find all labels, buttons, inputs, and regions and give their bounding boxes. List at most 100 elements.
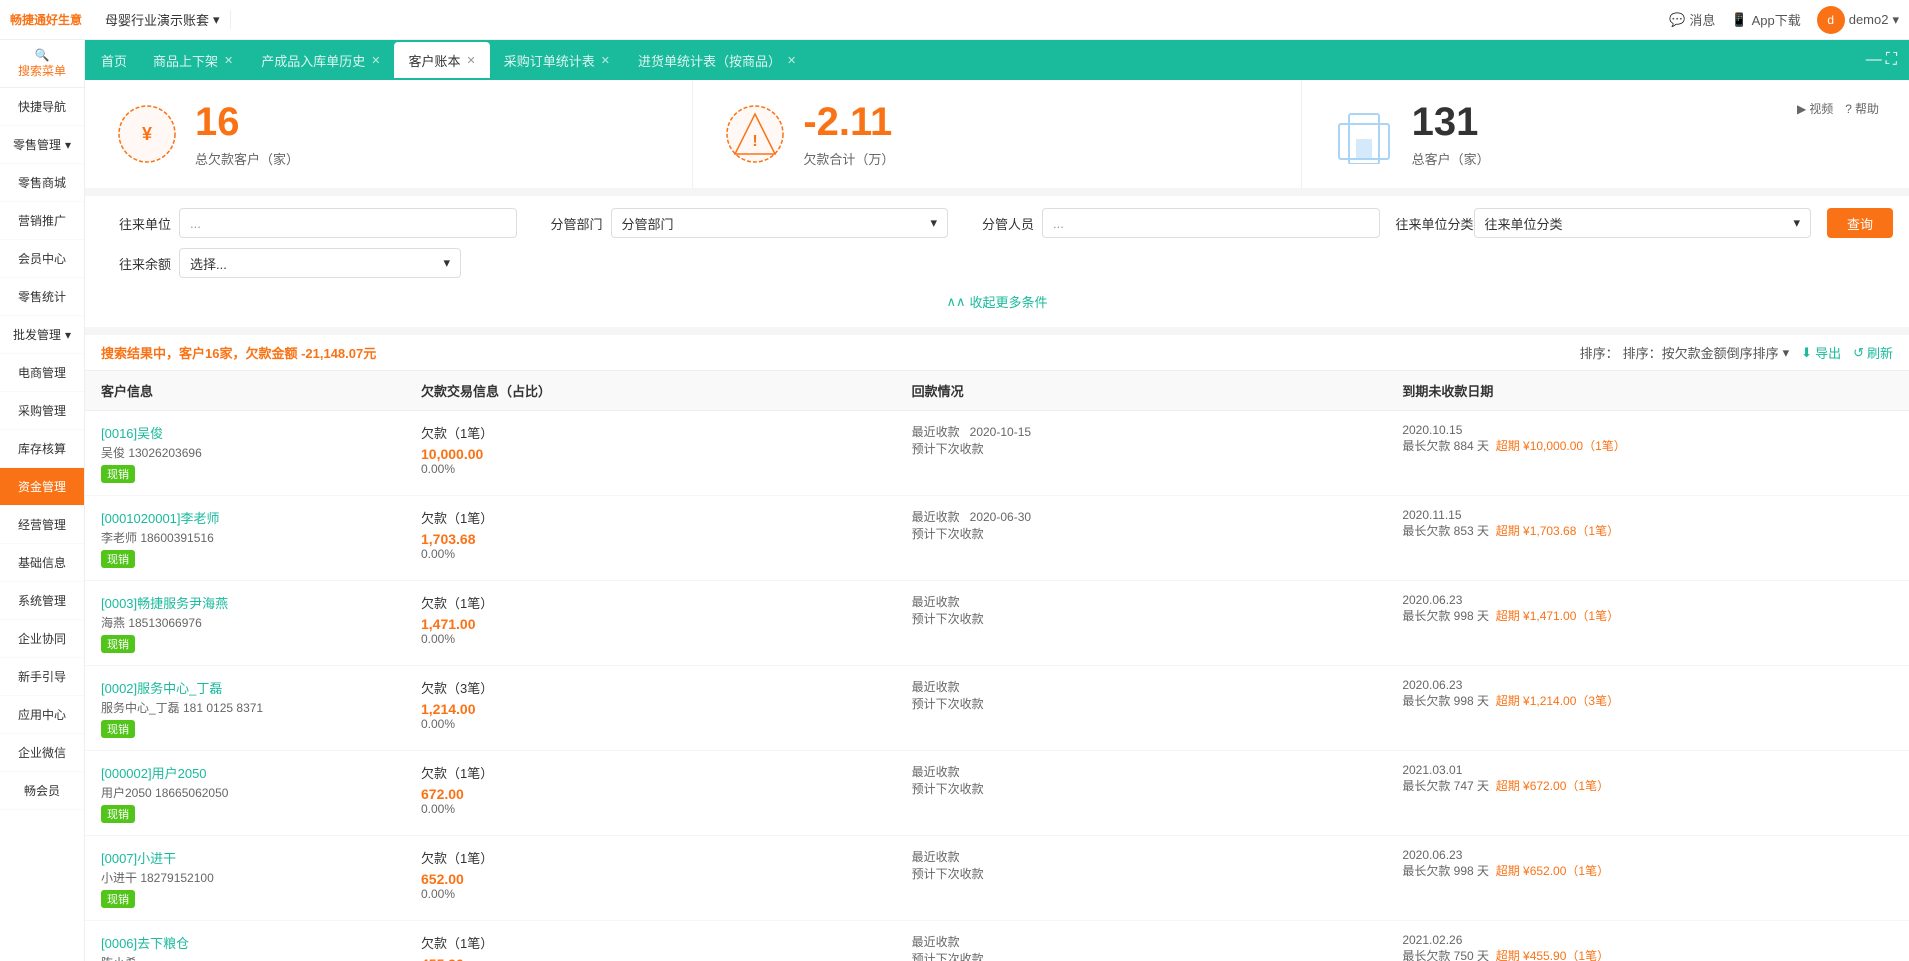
customer-cell-4: [0002]服务中心_丁磊 服务中心_丁磊 181 0125 8371 现销 bbox=[101, 678, 421, 738]
customer-name-7[interactable]: [0006]去下粮仓 bbox=[101, 933, 421, 952]
table-row: [0006]去下粮仓 陈小希 现销 欠款（1笔） 455.90 0.00% 最近… bbox=[85, 921, 1909, 961]
customer-name-5[interactable]: [000002]用户2050 bbox=[101, 763, 421, 782]
debt-amount-1: 10,000.00 bbox=[421, 446, 912, 462]
tab-product-shelf[interactable]: 商品上下架 ✕ bbox=[139, 42, 247, 78]
collapse-btn[interactable]: ∧∧ 收起更多条件 bbox=[101, 288, 1893, 315]
debt-cell-3: 欠款（1笔） 1,471.00 0.00% bbox=[421, 593, 912, 646]
sidebar-marketing-label: 营销推广 bbox=[18, 214, 66, 228]
message-btn[interactable]: 💬 消息 bbox=[1669, 10, 1715, 29]
due-date-5: 2021.03.01 bbox=[1402, 763, 1893, 777]
sidebar-item-purchase-mgmt[interactable]: 采购管理 bbox=[0, 392, 84, 430]
tab-home[interactable]: 首页 bbox=[89, 42, 139, 78]
customer-name-6[interactable]: [0007]小进干 bbox=[101, 848, 421, 867]
top-right: 💬 消息 📱 App下载 d demo2 ▾ bbox=[1669, 6, 1899, 34]
customer-tag-3: 现销 bbox=[101, 635, 135, 653]
tab-purchase-stats-label: 进货单统计表（按商品） bbox=[638, 51, 781, 70]
debt-cell-7: 欠款（1笔） 455.90 0.00% bbox=[421, 933, 912, 961]
sidebar-item-system[interactable]: 系统管理 bbox=[0, 582, 84, 620]
sidebar-item-enterprise-wx[interactable]: 企业微信 bbox=[0, 734, 84, 772]
table-wrapper: 客户信息 欠款交易信息（占比） 回款情况 到期未收款日期 [0016]吴俊 吴俊… bbox=[85, 371, 1909, 961]
overdue-link-5[interactable]: 超期 ¥672.00（1笔） bbox=[1496, 779, 1609, 793]
download-label: App下载 bbox=[1752, 10, 1801, 29]
sidebar-item-retail-mgmt[interactable]: 零售管理 ▾ bbox=[0, 126, 84, 164]
table-row: [0003]畅捷服务尹海燕 海燕 18513066976 现销 欠款（1笔） 1… bbox=[85, 581, 1909, 666]
tab-product-shelf-close[interactable]: ✕ bbox=[224, 54, 233, 67]
tabs-maximize-icon[interactable]: ⛶ bbox=[1886, 51, 1897, 69]
chevron-down-icon: ▾ bbox=[1793, 215, 1800, 231]
filter-balance-input[interactable]: 选择... ▾ bbox=[179, 248, 461, 278]
sidebar-item-marketing[interactable]: 营销推广 bbox=[0, 202, 84, 240]
stat-info-debit-customers: 16 总欠款客户（家） bbox=[195, 100, 662, 168]
overdue-link-4[interactable]: 超期 ¥1,214.00（3笔） bbox=[1496, 694, 1619, 708]
next-payment-2: 预计下次收款 bbox=[912, 525, 1403, 542]
tab-product-history[interactable]: 产成品入库单历史 ✕ bbox=[247, 42, 394, 78]
message-label: 消息 bbox=[1689, 10, 1715, 29]
tab-product-history-close[interactable]: ✕ bbox=[371, 54, 380, 67]
tab-purchase-stats[interactable]: 进货单统计表（按商品） ✕ bbox=[624, 42, 810, 78]
view-label: 视频 bbox=[1809, 100, 1833, 117]
customer-name-4[interactable]: [0002]服务中心_丁磊 bbox=[101, 678, 421, 697]
filter-unit-category-input[interactable]: 往来单位分类 ▾ bbox=[1474, 208, 1812, 238]
overdue-link-2[interactable]: 超期 ¥1,703.68（1笔） bbox=[1496, 524, 1619, 538]
view-btn[interactable]: ▶ 视频 bbox=[1797, 100, 1833, 117]
export-btn[interactable]: ⬇ 导出 bbox=[1801, 343, 1841, 362]
tabs-minimize-icon[interactable]: — bbox=[1866, 51, 1882, 69]
sidebar-item-retail-stats[interactable]: 零售统计 bbox=[0, 278, 84, 316]
due-date-2: 2020.11.15 bbox=[1402, 508, 1893, 522]
stat-card-debit-customers: ¥ 16 总欠款客户（家） bbox=[85, 80, 693, 188]
store-select[interactable]: 母婴行业演示账套 ▾ bbox=[95, 10, 231, 29]
refresh-btn[interactable]: ↺ 刷新 bbox=[1853, 343, 1893, 362]
sidebar-purchase-mgmt-label: 采购管理 bbox=[18, 404, 66, 418]
filter-balance-label: 往来余额 bbox=[101, 254, 171, 273]
sidebar-search[interactable]: 🔍 搜索菜单 bbox=[0, 40, 84, 88]
svg-text:¥: ¥ bbox=[142, 124, 152, 144]
filter-unit-category-value: 往来单位分类 bbox=[1485, 214, 1563, 233]
sidebar-item-batch-mgmt[interactable]: 批发管理 ▾ bbox=[0, 316, 84, 354]
table-row: [000002]用户2050 用户2050 18665062050 现销 欠款（… bbox=[85, 751, 1909, 836]
sidebar-item-member[interactable]: 会员中心 bbox=[0, 240, 84, 278]
sidebar-item-inventory[interactable]: 库存核算 bbox=[0, 430, 84, 468]
tab-purchase-stats-close[interactable]: ✕ bbox=[787, 54, 796, 67]
logo-area: 畅捷通好生意 bbox=[10, 11, 95, 28]
download-btn[interactable]: 📱 App下载 bbox=[1731, 10, 1800, 29]
overdue-link-1[interactable]: 超期 ¥10,000.00（1笔） bbox=[1496, 439, 1626, 453]
sidebar-item-finance[interactable]: 资金管理 bbox=[0, 468, 84, 506]
sort-select[interactable]: 排序： 排序：按欠款金额倒序排序 ▾ bbox=[1580, 343, 1790, 362]
overdue-link-7[interactable]: 超期 ¥455.90（1笔） bbox=[1496, 949, 1609, 961]
due-cell-4: 2020.06.23 最长欠款 998 天 超期 ¥1,214.00（3笔） bbox=[1402, 678, 1893, 709]
last-payment-2: 最近收款 2020-06-30 bbox=[912, 508, 1403, 525]
chevron-down-icon: ▾ bbox=[930, 215, 937, 231]
customer-tag-6: 现销 bbox=[101, 890, 135, 908]
sidebar-item-vip-member[interactable]: 畅会员 bbox=[0, 772, 84, 810]
sidebar-item-quick-nav[interactable]: 快捷导航 bbox=[0, 88, 84, 126]
customer-name-3[interactable]: [0003]畅捷服务尹海燕 bbox=[101, 593, 421, 612]
customer-name-2[interactable]: [0001020001]李老师 bbox=[101, 508, 421, 527]
sidebar-item-ecommerce[interactable]: 电商管理 bbox=[0, 354, 84, 392]
tab-purchase-order[interactable]: 采购订单统计表 ✕ bbox=[490, 42, 624, 78]
sidebar-item-app-center[interactable]: 应用中心 bbox=[0, 696, 84, 734]
customer-name-1[interactable]: [0016]吴俊 bbox=[101, 423, 421, 442]
sidebar-item-operations[interactable]: 经营管理 bbox=[0, 506, 84, 544]
last-payment-4: 最近收款 bbox=[912, 678, 1403, 695]
chevron-down-icon: ▾ bbox=[65, 328, 71, 342]
sidebar-item-basic-info[interactable]: 基础信息 bbox=[0, 544, 84, 582]
filter-balance-value: 选择... bbox=[190, 254, 227, 273]
sidebar-vip-member-label: 畅会员 bbox=[24, 784, 60, 798]
tab-customer-account[interactable]: 客户账本 ✕ bbox=[394, 42, 489, 78]
overdue-link-6[interactable]: 超期 ¥652.00（1笔） bbox=[1496, 864, 1609, 878]
sidebar-item-newbie[interactable]: 新手引导 bbox=[0, 658, 84, 696]
user-menu[interactable]: d demo2 ▾ bbox=[1817, 6, 1899, 34]
tab-product-shelf-label: 商品上下架 bbox=[153, 51, 218, 70]
search-button[interactable]: 查询 bbox=[1827, 208, 1893, 238]
sidebar-item-retail-store[interactable]: 零售商城 bbox=[0, 164, 84, 202]
tab-purchase-order-close[interactable]: ✕ bbox=[601, 54, 610, 67]
debt-count-1: 欠款（1笔） bbox=[421, 423, 912, 442]
overdue-link-3[interactable]: 超期 ¥1,471.00（1笔） bbox=[1496, 609, 1619, 623]
filter-dept-input[interactable]: 分管部门 ▾ bbox=[611, 208, 949, 238]
tab-customer-account-close[interactable]: ✕ bbox=[467, 54, 476, 67]
next-payment-1: 预计下次收款 bbox=[912, 440, 1403, 457]
filter-manager-input[interactable]: ... bbox=[1042, 208, 1380, 238]
help-btn[interactable]: ? 帮助 bbox=[1845, 100, 1879, 117]
sidebar-item-enterprise-coop[interactable]: 企业协同 bbox=[0, 620, 84, 658]
filter-from-unit-input[interactable]: ... bbox=[179, 208, 517, 238]
